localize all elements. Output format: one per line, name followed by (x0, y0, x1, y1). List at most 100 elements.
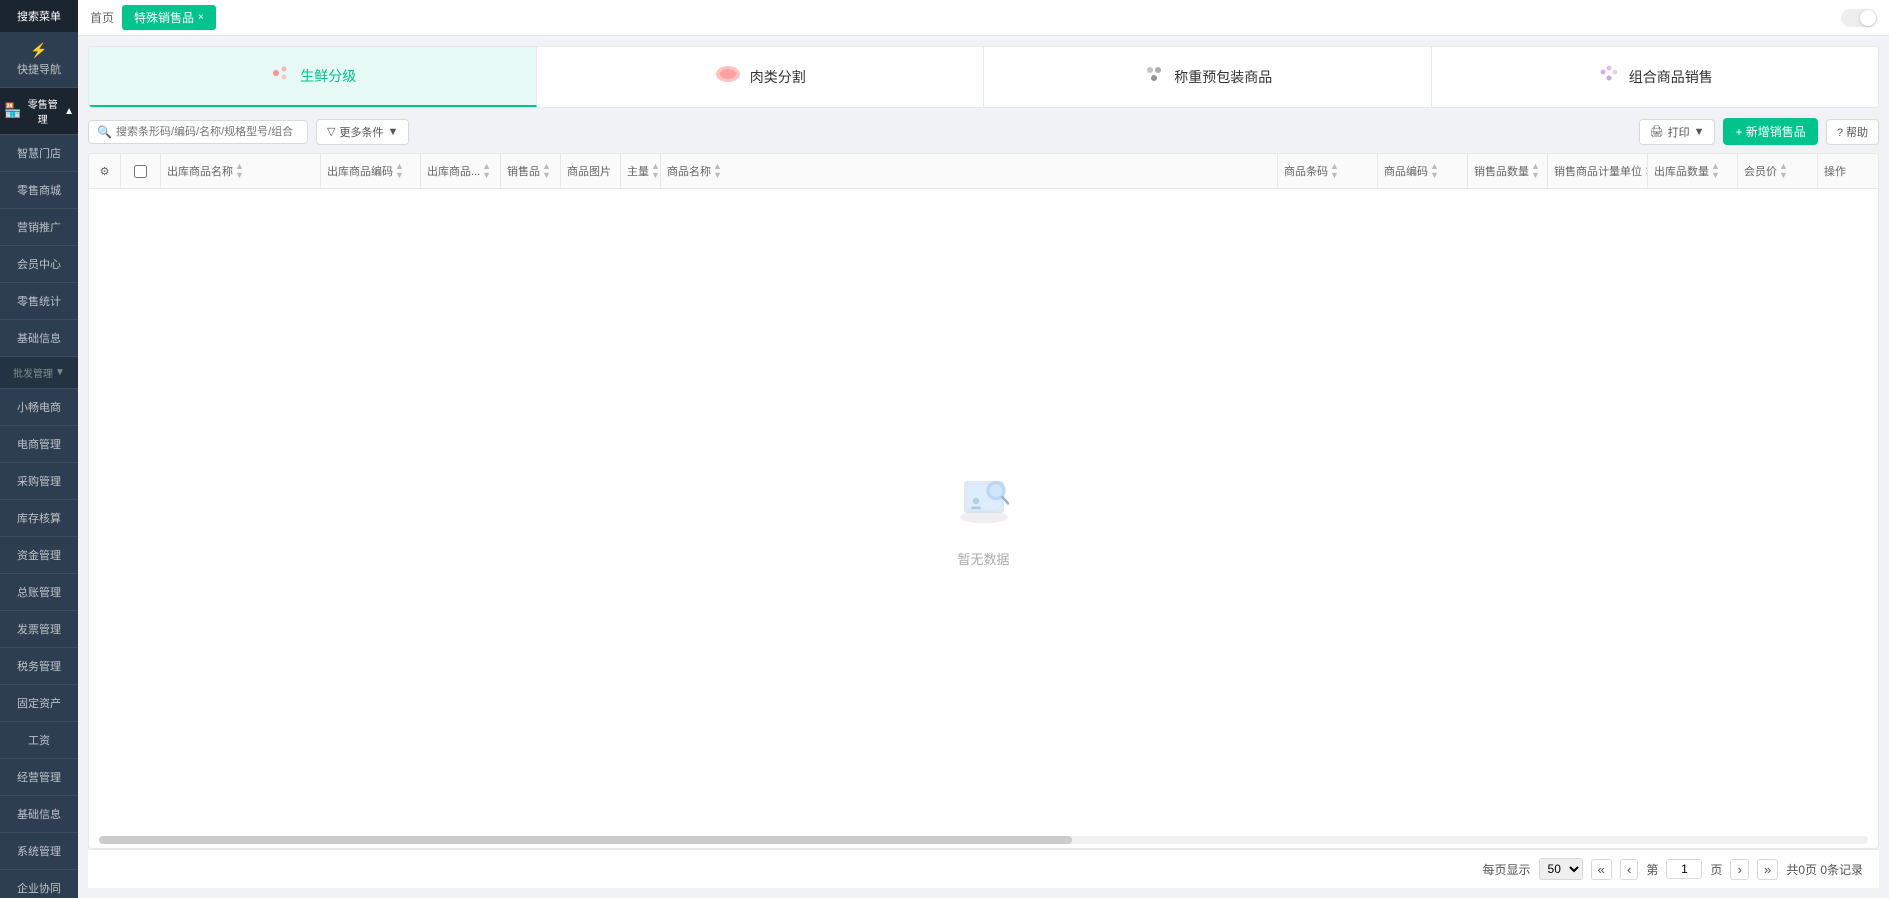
sidebar-item-sys-mgmt[interactable]: 系统管理 (0, 833, 78, 870)
sidebar-item-finance[interactable]: 资金管理 (0, 537, 78, 574)
combo-sale-icon (1597, 62, 1621, 92)
select-all-checkbox[interactable] (134, 165, 147, 178)
page-content: 生鲜分级 肉类分割 称 (78, 36, 1889, 898)
sidebar: 搜索菜单 ⚡ 快捷导航 🏪 零售管理 ▲ 智慧门店 零售商城 营销推广 会员中心… (0, 0, 78, 898)
sidebar-item-mini-ecom[interactable]: 小畅电商 (0, 389, 78, 426)
help-icon: ? (1837, 127, 1843, 139)
col-out-code[interactable]: 出库商品编码 ▲▼ (321, 154, 421, 188)
col-barcode[interactable]: 商品条码 ▲▼ (1278, 154, 1378, 188)
col-img[interactable]: 商品图片 (561, 154, 621, 188)
sort-icon: ▲▼ (1531, 162, 1540, 180)
sidebar-item-retail-mall[interactable]: 零售商城 (0, 172, 78, 209)
sidebar-item-basic-info[interactable]: 基础信息 (0, 320, 78, 357)
col-settings[interactable]: ⚙ (89, 154, 121, 188)
pagination: 每页显示 50 « ‹ 第 页 › » 共0页 0条记录 (88, 849, 1879, 888)
sidebar-item-corp-agreement[interactable]: 企业协同 (0, 870, 78, 898)
cat-tab-meat-cut[interactable]: 肉类分割 (537, 47, 985, 107)
horizontal-scrollbar[interactable] (99, 836, 1868, 844)
sidebar-item-label: 零售商城 (17, 185, 61, 197)
print-button[interactable]: 🖨 打印 ▼ (1639, 119, 1716, 145)
quick-nav-icon: ⚡ (4, 42, 74, 59)
weight-pack-icon (1142, 62, 1166, 92)
logo-text: 搜索菜单 (17, 8, 61, 24)
filter-icon: ▽ (327, 125, 335, 138)
toolbar: 🔍 ▽ 更多条件 ▼ 🖨 打印 ▼ + 新增销售品 (88, 118, 1879, 145)
sidebar-item-tax-mgmt[interactable]: 税务管理 (0, 648, 78, 685)
sidebar-item-label: 固定资产 (17, 698, 61, 710)
page-label: 第 (1646, 861, 1658, 878)
arrow-icon: ▲ (64, 106, 74, 117)
col-member-price[interactable]: 会员价 ▲▼ (1738, 154, 1818, 188)
sidebar-item-label: 资金管理 (17, 550, 61, 562)
sort-icon: ▲▼ (713, 162, 722, 180)
category-tabs: 生鲜分级 肉类分割 称 (88, 46, 1879, 108)
scrollbar-thumb[interactable] (99, 836, 1072, 844)
page-suffix: 页 (1710, 861, 1722, 878)
topbar: 首页 特殊销售品 × (78, 0, 1889, 36)
col-label: 出库商品... (427, 163, 480, 179)
col-checkbox[interactable] (121, 154, 161, 188)
sidebar-item-general-ledger[interactable]: 总账管理 (0, 574, 78, 611)
last-page-button[interactable]: » (1757, 859, 1778, 880)
sidebar-item-retail-mgmt[interactable]: 🏪 零售管理 ▲ (0, 88, 78, 135)
col-label: 出库商品编码 (327, 163, 393, 179)
sidebar-item-retail-stats[interactable]: 零售统计 (0, 283, 78, 320)
main-content: 首页 特殊销售品 × 生鲜分级 (78, 0, 1889, 898)
col-label: 会员价 (1744, 163, 1777, 179)
sidebar-item-label: 库存核算 (17, 513, 61, 525)
col-gname[interactable]: 商品名称 ▲▼ (661, 154, 1278, 188)
sidebar-item-sales-promo[interactable]: 营销推广 (0, 209, 78, 246)
search-input[interactable] (116, 126, 299, 138)
col-label: 主量 (627, 163, 649, 179)
col-out-name[interactable]: 出库商品名称 ▲▼ (161, 154, 321, 188)
sidebar-item-ops-mgmt[interactable]: 经营管理 (0, 759, 78, 796)
col-label: 商品图片 (567, 163, 611, 179)
print-chevron-icon: ▼ (1694, 126, 1705, 138)
sidebar-item-inventory[interactable]: 库存核算 (0, 500, 78, 537)
cat-tab-weight-pack[interactable]: 称重预包装商品 (984, 47, 1432, 107)
sidebar-logo[interactable]: 搜索菜单 (0, 0, 78, 32)
active-tab[interactable]: 特殊销售品 × (122, 5, 216, 30)
col-label: 销售品 (507, 163, 540, 179)
next-page-button[interactable]: › (1730, 859, 1748, 880)
sidebar-item-label: 总账管理 (17, 587, 61, 599)
sidebar-item-purchase-mgmt[interactable]: 采购管理 (0, 463, 78, 500)
cat-tab-combo-sale[interactable]: 组合商品销售 (1432, 47, 1879, 107)
sort-icon: ▲▼ (651, 162, 660, 180)
sidebar-item-quick-nav[interactable]: ⚡ 快捷导航 (0, 32, 78, 88)
cat-tab-fresh-grade[interactable]: 生鲜分级 (89, 47, 537, 107)
per-page-select[interactable]: 50 (1539, 858, 1583, 880)
sort-icon: ▲▼ (1711, 162, 1720, 180)
tab-close-icon[interactable]: × (198, 12, 204, 23)
col-main[interactable]: 主量 ▲▼ (621, 154, 661, 188)
sidebar-item-fixed-assets[interactable]: 固定资产 (0, 685, 78, 722)
sidebar-item-wages[interactable]: 工资 (0, 722, 78, 759)
new-sale-button[interactable]: + 新增销售品 (1723, 118, 1817, 145)
col-out-qty[interactable]: 出库品数量 ▲▼ (1648, 154, 1738, 188)
sidebar-item-ecom-mgmt[interactable]: 电商管理 (0, 426, 78, 463)
sidebar-item-basic-info2[interactable]: 基础信息 (0, 796, 78, 833)
sidebar-item-member-center[interactable]: 会员中心 (0, 246, 78, 283)
help-button[interactable]: ? 帮助 (1826, 119, 1879, 145)
search-icon: 🔍 (97, 125, 112, 139)
filter-button[interactable]: ▽ 更多条件 ▼ (316, 119, 409, 145)
sidebar-item-smart-store[interactable]: 智慧门店 (0, 135, 78, 172)
sidebar-item-invoice-mgmt[interactable]: 发票管理 (0, 611, 78, 648)
sort-icon: ▲▼ (1779, 162, 1788, 180)
col-label: 出库品数量 (1654, 163, 1709, 179)
col-op: 操作 (1818, 154, 1878, 188)
first-page-button[interactable]: « (1591, 859, 1612, 880)
col-unit[interactable]: 销售商品计量单位 ▲▼ (1548, 154, 1648, 188)
sidebar-item-label: 工资 (28, 735, 50, 747)
sidebar-item-wholesale-mgmt[interactable]: 批发管理 ▼ (0, 357, 78, 389)
page-input[interactable] (1666, 859, 1702, 879)
prev-page-button[interactable]: ‹ (1620, 859, 1638, 880)
col-out-sku[interactable]: 出库商品... ▲▼ (421, 154, 501, 188)
sidebar-item-label: 系统管理 (17, 846, 61, 858)
col-sale-qty[interactable]: 销售品数量 ▲▼ (1468, 154, 1548, 188)
col-sale-item[interactable]: 销售品 ▲▼ (501, 154, 561, 188)
table-header: ⚙ 出库商品名称 ▲▼ 出库商品编码 ▲▼ 出库商品... ▲▼ 销售品 (89, 154, 1878, 189)
col-gcode[interactable]: 商品编码 ▲▼ (1378, 154, 1468, 188)
search-box[interactable]: 🔍 (88, 120, 308, 144)
home-breadcrumb[interactable]: 首页 (90, 9, 114, 26)
